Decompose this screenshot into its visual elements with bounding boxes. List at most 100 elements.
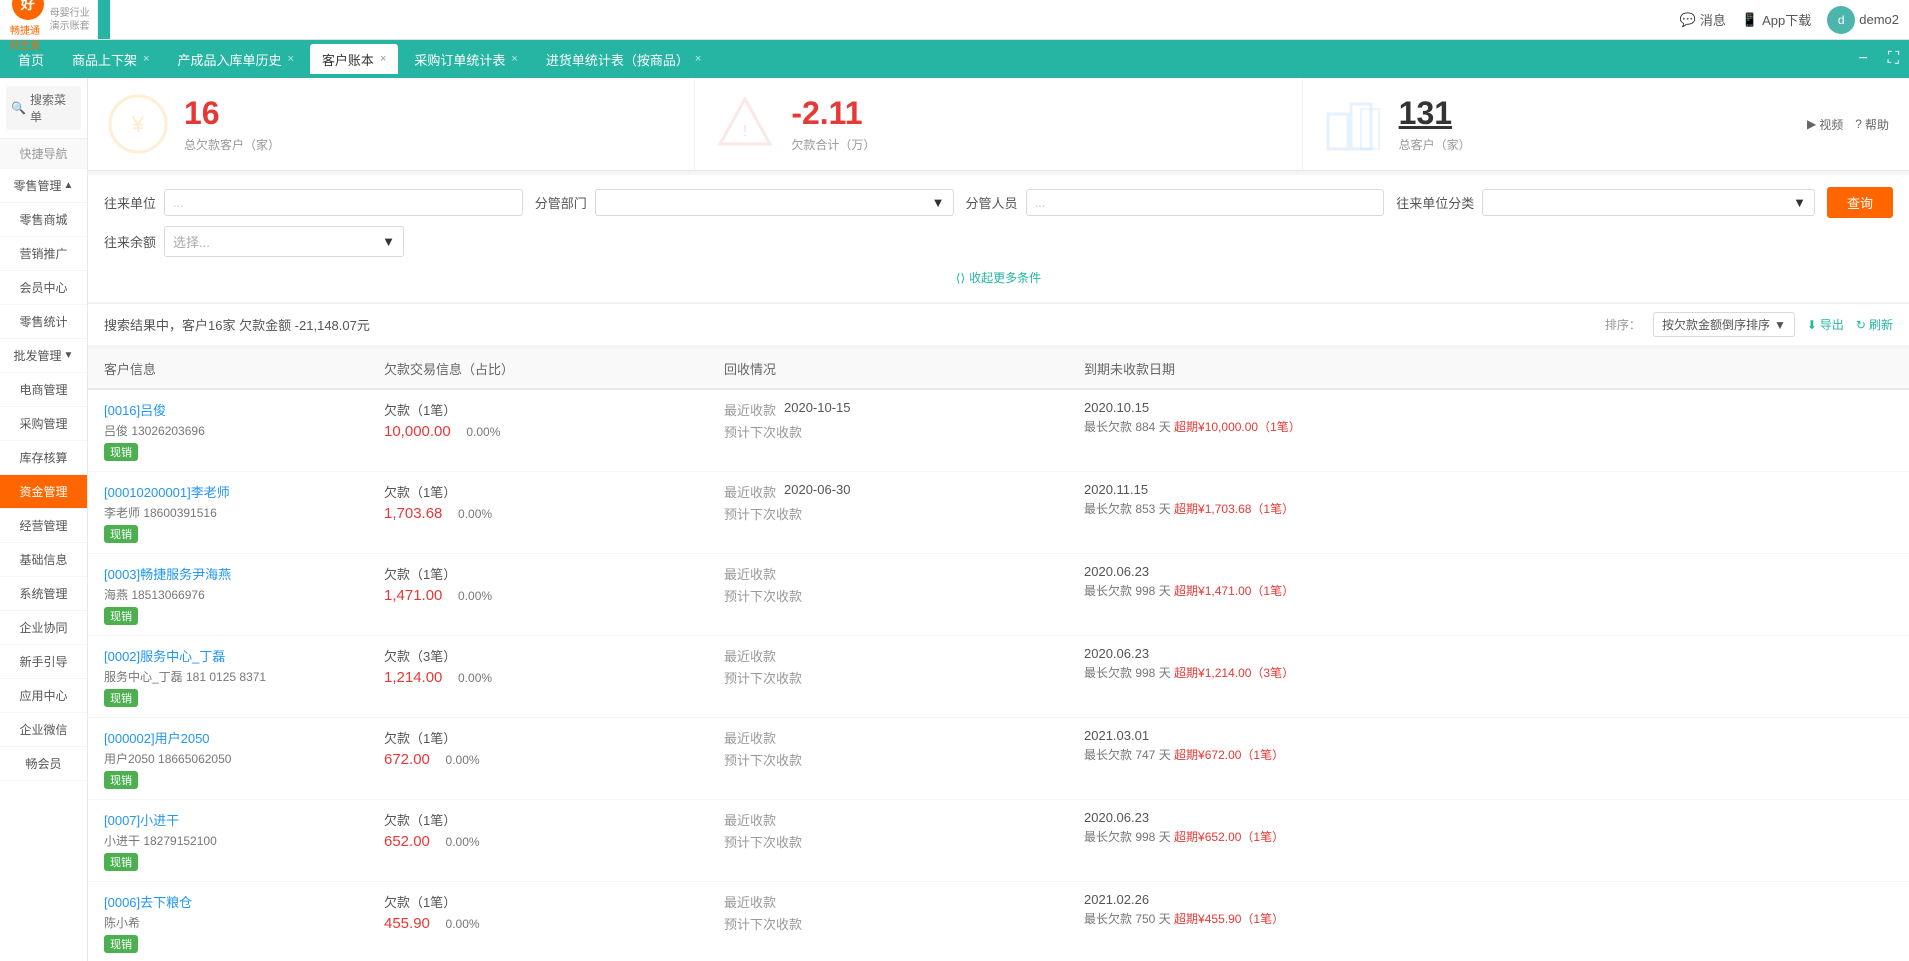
results-summary: 搜索结果中，客户16家 欠款金额 -21,148.07元 xyxy=(104,315,370,334)
sort-select[interactable]: 按欠款金额倒序排序 ▼ xyxy=(1653,312,1795,337)
customer-name-3[interactable]: [0002]服务中心_丁磊 xyxy=(104,646,384,665)
balance-select[interactable]: 选择... ▼ xyxy=(164,226,404,257)
sidebar-item-operations[interactable]: 经营管理 xyxy=(0,509,87,543)
repay-next-6: 预计下次收款 xyxy=(724,914,1084,933)
overdue-link-1[interactable]: 超期¥1,703.68（1笔） xyxy=(1174,502,1294,516)
sidebar-item-purchase[interactable]: 采购管理 xyxy=(0,407,87,441)
overdue-link-6[interactable]: 超期¥455.90（1笔） xyxy=(1174,912,1284,926)
tab-home[interactable]: 首页 xyxy=(6,44,56,74)
tab-close-icon[interactable]: × xyxy=(511,53,517,65)
debt-customers-value: 16 xyxy=(184,95,280,132)
sidebar-item-retail-mall[interactable]: 零售商城 xyxy=(0,203,87,237)
chevron-down-icon: ▼ xyxy=(1774,318,1786,332)
tab-purchase-order[interactable]: 采购订单统计表 × xyxy=(402,44,529,74)
sidebar-item-system[interactable]: 系统管理 xyxy=(0,577,87,611)
sidebar-item-batch-mgmt[interactable]: 批发管理 ▼ xyxy=(0,339,87,373)
overdue-link-2[interactable]: 超期¥1,471.00（1笔） xyxy=(1174,584,1294,598)
sidebar-item-corp-wechat[interactable]: 企业微信 xyxy=(0,713,87,747)
customer-name-5[interactable]: [0007]小进干 xyxy=(104,810,384,829)
tab-close-icon[interactable]: × xyxy=(287,53,293,65)
collapse-filters-btn[interactable]: ⟨⟩ 收起更多条件 xyxy=(104,265,1893,290)
message-icon: 💬 xyxy=(1680,12,1696,28)
overdue-link-4[interactable]: 超期¥672.00（1笔） xyxy=(1174,748,1284,762)
sidebar-item-marketing[interactable]: 营销推广 xyxy=(0,237,87,271)
debt-info-0: 欠款（1笔） 10,000.00 0.00% xyxy=(384,400,724,440)
unit-category-select[interactable]: ▼ xyxy=(1482,189,1815,216)
tab-maximize-btn[interactable]: ⛶ xyxy=(1882,48,1905,70)
view-video-btn[interactable]: ▶ 视频 xyxy=(1807,116,1843,133)
video-icon: ▶ xyxy=(1807,117,1816,131)
stat-card-debt-customers: ¥ 16 总欠款客户（家） xyxy=(88,78,695,170)
table-row: [0002]服务中心_丁磊 服务中心_丁磊 181 0125 8371 现销 欠… xyxy=(88,636,1909,718)
overdue-link-3[interactable]: 超期¥1,214.00（3笔） xyxy=(1174,666,1294,680)
refresh-btn[interactable]: ↻ 刷新 xyxy=(1856,316,1893,333)
overdue-info-0: 2020.10.15 最长欠款 884 天 超期¥10,000.00（1笔） xyxy=(1084,400,1893,435)
tab-close-icon[interactable]: × xyxy=(695,53,701,65)
repay-last-3: 最近收款 xyxy=(724,646,1084,665)
sidebar-item-retail-stats[interactable]: 零售统计 xyxy=(0,305,87,339)
customer-contact-4: 用户2050 18665062050 xyxy=(104,750,384,767)
sidebar-item-finance[interactable]: 资金管理 xyxy=(0,475,87,509)
overdue-info-6: 2021.02.26 最长欠款 750 天 超期¥455.90（1笔） xyxy=(1084,892,1893,927)
user-avatar-btn[interactable]: d demo2 xyxy=(1827,6,1899,34)
manager-input[interactable]: ... xyxy=(1026,189,1385,216)
sidebar-item-member-plus[interactable]: 畅会员 xyxy=(0,747,87,781)
sidebar: 🔍 搜索菜单 快捷导航 零售管理 ▲ 零售商城 营销推广 会员中心 零售统计 xyxy=(0,78,88,961)
overdue-info-2: 2020.06.23 最长欠款 998 天 超期¥1,471.00（1笔） xyxy=(1084,564,1893,599)
search-button[interactable]: 查询 xyxy=(1827,187,1893,218)
help-icon: ? xyxy=(1855,117,1862,131)
source-unit-input[interactable]: ... xyxy=(164,189,523,216)
sidebar-item-retail-mgmt[interactable]: 零售管理 ▲ xyxy=(0,169,87,203)
sidebar-item-base-info[interactable]: 基础信息 xyxy=(0,543,87,577)
filter-row-1: 往来单位 ... 分管部门 ▼ 分管人员 ... xyxy=(104,187,1893,218)
debt-amount-value: -2.11 xyxy=(791,95,875,132)
customer-name-2[interactable]: [0003]畅捷服务尹海燕 xyxy=(104,564,384,583)
overdue-info-3: 2020.06.23 最长欠款 998 天 超期¥1,214.00（3笔） xyxy=(1084,646,1893,681)
repay-info-6: 最近收款 预计下次收款 xyxy=(724,892,1084,936)
debt-percent-5: 0.00% xyxy=(446,835,480,849)
customer-name-6[interactable]: [0006]去下粮仓 xyxy=(104,892,384,911)
tab-close-icon[interactable]: × xyxy=(143,53,149,65)
tab-minimize-btn[interactable]: − xyxy=(1852,48,1873,70)
overdue-link-0[interactable]: 超期¥10,000.00（1笔） xyxy=(1174,420,1301,434)
customer-info-4: [000002]用户2050 用户2050 18665062050 现销 xyxy=(104,728,384,789)
customer-name-4[interactable]: [000002]用户2050 xyxy=(104,728,384,747)
filter-dept: 分管部门 ▼ xyxy=(535,189,954,216)
sidebar-item-member[interactable]: 会员中心 xyxy=(0,271,87,305)
repay-last-0: 最近收款 2020-10-15 xyxy=(724,400,1084,419)
refresh-icon: ↻ xyxy=(1856,318,1866,332)
customer-name-1[interactable]: [00010200001]李老师 xyxy=(104,482,384,501)
help-btn[interactable]: ? 帮助 xyxy=(1855,116,1889,133)
overdue-info-4: 2021.03.01 最长欠款 747 天 超期¥672.00（1笔） xyxy=(1084,728,1893,763)
overdue-link-5[interactable]: 超期¥652.00（1笔） xyxy=(1174,830,1284,844)
app-download-btn[interactable]: 📱 App下载 xyxy=(1742,10,1811,29)
sidebar-item-corp-collab[interactable]: 企业协同 xyxy=(0,611,87,645)
tab-product-history[interactable]: 产成品入库单历史 × xyxy=(165,44,305,74)
stat-card-debt-amount: ! -2.11 欠款合计（万） xyxy=(695,78,1302,170)
debt-info-6: 欠款（1笔） 455.90 0.00% xyxy=(384,892,724,932)
sort-label-text: 排序： xyxy=(1605,316,1641,333)
sidebar-item-new-guide[interactable]: 新手引导 xyxy=(0,645,87,679)
export-btn[interactable]: ⬇ 导出 xyxy=(1807,316,1844,333)
debt-info-1: 欠款（1笔） 1,703.68 0.00% xyxy=(384,482,724,522)
tab-customer-account[interactable]: 客户账本 × xyxy=(310,44,398,74)
overdue-detail-6: 最长欠款 750 天 超期¥455.90（1笔） xyxy=(1084,910,1893,927)
sidebar-item-ecommerce[interactable]: 电商管理 xyxy=(0,373,87,407)
overdue-info-5: 2020.06.23 最长欠款 998 天 超期¥652.00（1笔） xyxy=(1084,810,1893,845)
tab-inventory-stats[interactable]: 进货单统计表（按商品） × xyxy=(534,44,713,74)
repay-last-4: 最近收款 xyxy=(724,728,1084,747)
stat-card-total-customers: 131 总客户（家） ▶ 视频 ? 帮助 xyxy=(1303,78,1909,170)
tab-product-status[interactable]: 商品上下架 × xyxy=(60,44,161,74)
tab-close-icon[interactable]: × xyxy=(380,53,386,65)
dept-select[interactable]: ▼ xyxy=(595,189,954,216)
repay-info-4: 最近收款 预计下次收款 xyxy=(724,728,1084,772)
search-menu-btn[interactable]: 🔍 搜索菜单 xyxy=(6,86,81,130)
debt-amount-icon: ! xyxy=(715,94,775,154)
sidebar-item-inventory[interactable]: 库存核算 xyxy=(0,441,87,475)
total-customers-icon xyxy=(1323,94,1383,154)
message-btn[interactable]: 💬 消息 xyxy=(1680,10,1726,29)
customer-name-0[interactable]: [0016]吕俊 xyxy=(104,400,384,419)
debt-percent-2: 0.00% xyxy=(458,589,492,603)
sidebar-item-app-center[interactable]: 应用中心 xyxy=(0,679,87,713)
results-bar: 搜索结果中，客户16家 欠款金额 -21,148.07元 排序： 按欠款金额倒序… xyxy=(88,303,1909,345)
